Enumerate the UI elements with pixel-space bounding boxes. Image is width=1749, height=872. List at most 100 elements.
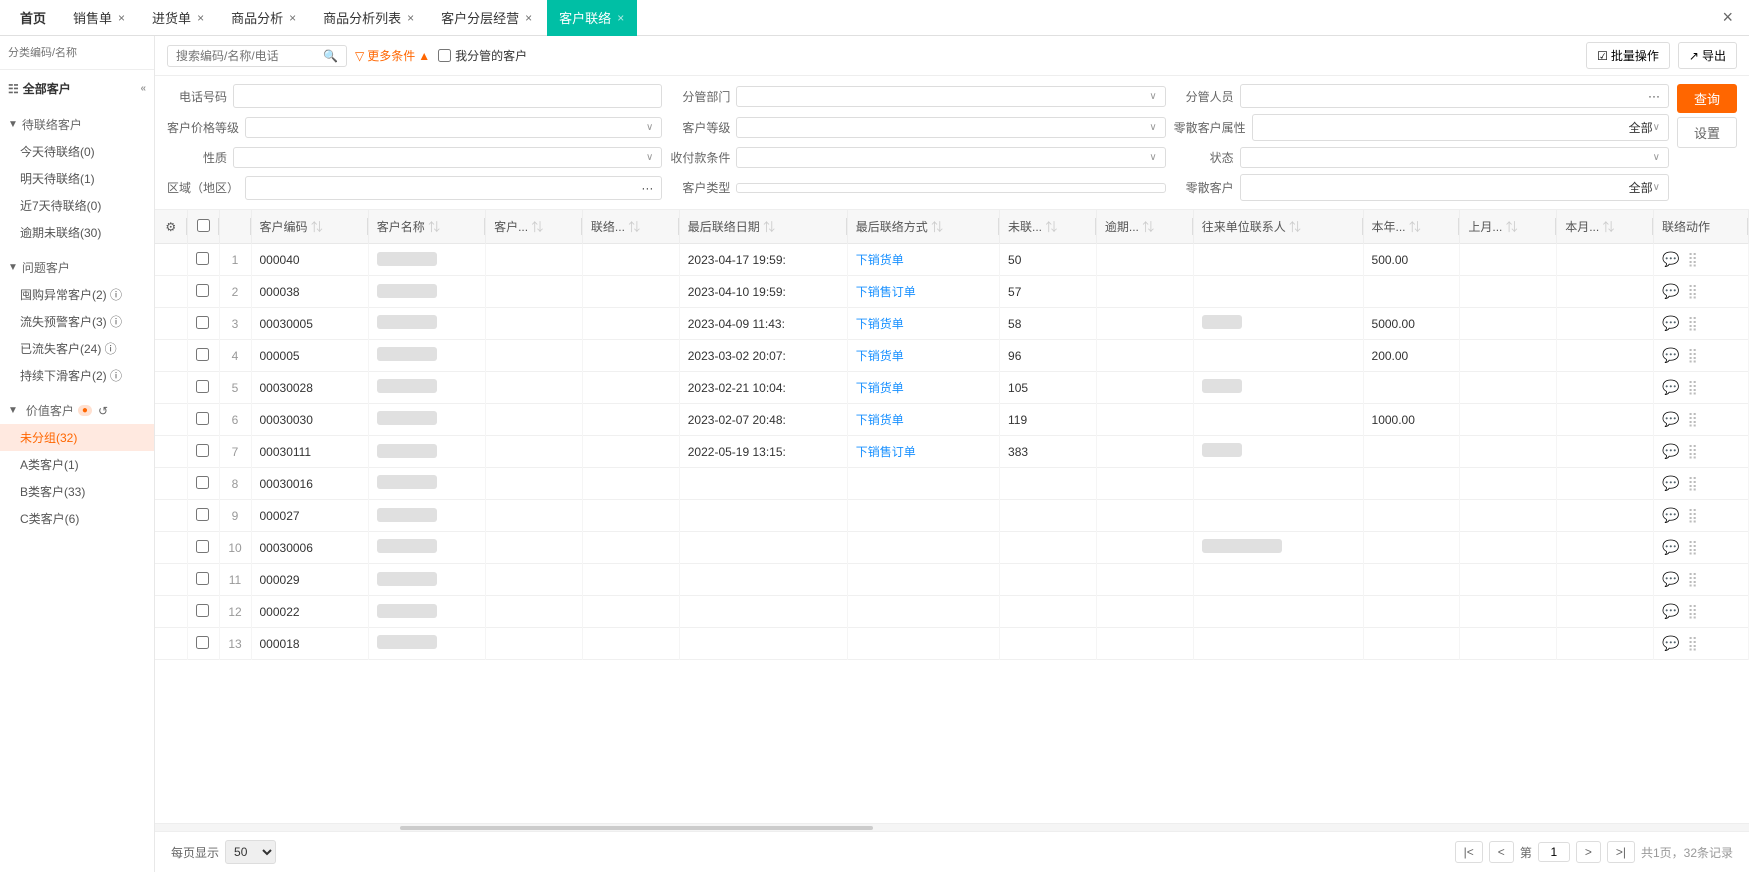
more-icon[interactable]: ⣿ [1687,443,1697,460]
row-checkbox[interactable] [187,276,219,308]
chat-icon[interactable]: 💬 [1662,251,1679,268]
perpage-select[interactable]: 50 100 200 [225,840,276,864]
chat-icon[interactable]: 💬 [1662,475,1679,492]
more-icon[interactable]: ⣿ [1687,635,1697,652]
tab-sales[interactable]: 销售单 × [61,0,138,36]
tab-purchase[interactable]: 进货单 × [140,0,217,36]
manager-select[interactable]: ··· [1240,84,1669,108]
col-this-year[interactable]: 本年... ⇅ [1363,210,1460,244]
row-checkbox[interactable] [187,532,219,564]
value-section-title[interactable]: ▼ 价值客户 ● ↺ [0,397,154,424]
col-overdue[interactable]: 逾期... ⇅ [1096,210,1193,244]
more-icon[interactable]: ⣿ [1687,411,1697,428]
refresh-icon[interactable]: ↺ [98,404,108,418]
filter-search-icon[interactable]: 🔍 [323,49,338,63]
more-icon[interactable]: ⣿ [1687,603,1697,620]
page-input[interactable] [1538,842,1570,862]
more-icon[interactable]: ⣿ [1687,507,1697,524]
sidebar-item-overdue-pending[interactable]: 逾期未联络(30) [0,219,154,246]
first-page-button[interactable]: |< [1455,841,1483,863]
reset-button[interactable]: 设置 [1677,117,1737,148]
window-close-button[interactable]: × [1714,7,1741,28]
pending-section-title[interactable]: ▼ 待联络客户 [0,111,154,138]
chat-icon[interactable]: 💬 [1662,443,1679,460]
chat-icon[interactable]: 💬 [1662,379,1679,396]
col-contact-person[interactable]: 往来单位联系人 ⇅ [1193,210,1363,244]
tab-customer-contact-close[interactable]: × [617,11,624,25]
tab-product-analysis-list[interactable]: 商品分析列表 × [311,0,427,36]
next-page-button[interactable]: > [1576,841,1601,863]
status-select[interactable]: ∨ [1240,147,1669,168]
payment-select[interactable]: ∨ [736,147,1165,168]
tab-product-analysis-list-close[interactable]: × [407,11,414,25]
row-checkbox[interactable] [187,500,219,532]
row-checkbox[interactable] [187,468,219,500]
col-customer-name[interactable]: 客户名称 ⇅ [368,210,485,244]
row-checkbox[interactable] [187,340,219,372]
col-customer-type[interactable]: 客户... ⇅ [486,210,583,244]
col-last-month[interactable]: 上月... ⇅ [1460,210,1557,244]
col-no-contact[interactable]: 未联... ⇅ [1000,210,1097,244]
chat-icon[interactable]: 💬 [1662,283,1679,300]
row-checkbox[interactable] [187,308,219,340]
chat-icon[interactable]: 💬 [1662,539,1679,556]
tab-purchase-close[interactable]: × [197,11,204,25]
more-icon[interactable]: ⣿ [1687,347,1697,364]
price-level-select[interactable]: ∨ [245,117,662,138]
chat-icon[interactable]: 💬 [1662,603,1679,620]
nature-select[interactable]: ∨ [233,147,662,168]
sidebar-item-churned[interactable]: 已流失客户(24) ⓘ [0,335,154,362]
row-last-type[interactable]: 下销货单 [847,404,999,436]
sidebar-item-declining[interactable]: 持续下滑客户(2) ⓘ [0,362,154,389]
query-button[interactable]: 查询 [1677,84,1737,113]
batch-ops-button[interactable]: ☑ 批量操作 [1586,42,1670,69]
row-checkbox[interactable] [187,244,219,276]
chat-icon[interactable]: 💬 [1662,347,1679,364]
row-last-type[interactable]: 下销货单 [847,244,999,276]
row-last-type[interactable]: 下销货单 [847,308,999,340]
filter-search-input[interactable] [176,49,319,63]
row-checkbox[interactable] [187,404,219,436]
horizontal-scrollbar[interactable] [400,826,873,830]
retail-attr-select[interactable]: 全部 ∨ [1252,114,1669,141]
row-checkbox[interactable] [187,372,219,404]
tab-product-analysis-close[interactable]: × [289,11,296,25]
col-customer-code[interactable]: 客户编码 ⇅ [251,210,368,244]
col-contact[interactable]: 联络... ⇅ [582,210,679,244]
col-settings[interactable]: ⚙ [155,210,187,244]
row-last-type[interactable]: 下销货单 [847,372,999,404]
region-select[interactable]: ··· [245,176,662,200]
tab-product-analysis[interactable]: 商品分析 × [219,0,309,36]
select-all-checkbox[interactable] [197,219,210,232]
sidebar-item-class-a[interactable]: A类客户(1) [0,451,154,478]
more-icon[interactable]: ⣿ [1687,251,1697,268]
sidebar-item-ungroup[interactable]: 未分组(32) [0,424,154,451]
chat-icon[interactable]: 💬 [1662,507,1679,524]
prev-page-button[interactable]: < [1489,841,1514,863]
sidebar-item-churn-warning[interactable]: 流失预警客户(3) ⓘ [0,308,154,335]
chat-icon[interactable]: 💬 [1662,411,1679,428]
col-last-contact-type[interactable]: 最后联络方式 ⇅ [847,210,999,244]
row-checkbox[interactable] [187,596,219,628]
tab-customer-segment[interactable]: 客户分层经营 × [429,0,545,36]
problem-section-title[interactable]: ▼ 问题客户 [0,254,154,281]
more-icon[interactable]: ⣿ [1687,475,1697,492]
more-icon[interactable]: ⣿ [1687,571,1697,588]
col-last-contact-date[interactable]: 最后联络日期 ⇅ [679,210,847,244]
sidebar-all-customers[interactable]: ☷ 全部客户 « [0,74,154,103]
row-checkbox[interactable] [187,628,219,660]
col-this-month[interactable]: 本月... ⇅ [1557,210,1654,244]
phone-input[interactable] [233,84,662,108]
tab-sales-close[interactable]: × [118,11,125,25]
tab-customer-segment-close[interactable]: × [525,11,532,25]
tab-customer-contact[interactable]: 客户联络 × [547,0,637,36]
row-last-type[interactable]: 下销货单 [847,340,999,372]
chat-icon[interactable]: 💬 [1662,315,1679,332]
sidebar-item-hoard-abnormal[interactable]: 囤购异常客户(2) ⓘ [0,281,154,308]
more-icon[interactable]: ⣿ [1687,379,1697,396]
export-button[interactable]: ↗ 导出 [1678,42,1737,69]
last-page-button[interactable]: >| [1607,841,1635,863]
customer-level-select[interactable]: ∨ [736,117,1165,138]
more-icon[interactable]: ⣿ [1687,315,1697,332]
my-customers-checkbox-label[interactable]: 我分管的客户 [438,47,527,64]
